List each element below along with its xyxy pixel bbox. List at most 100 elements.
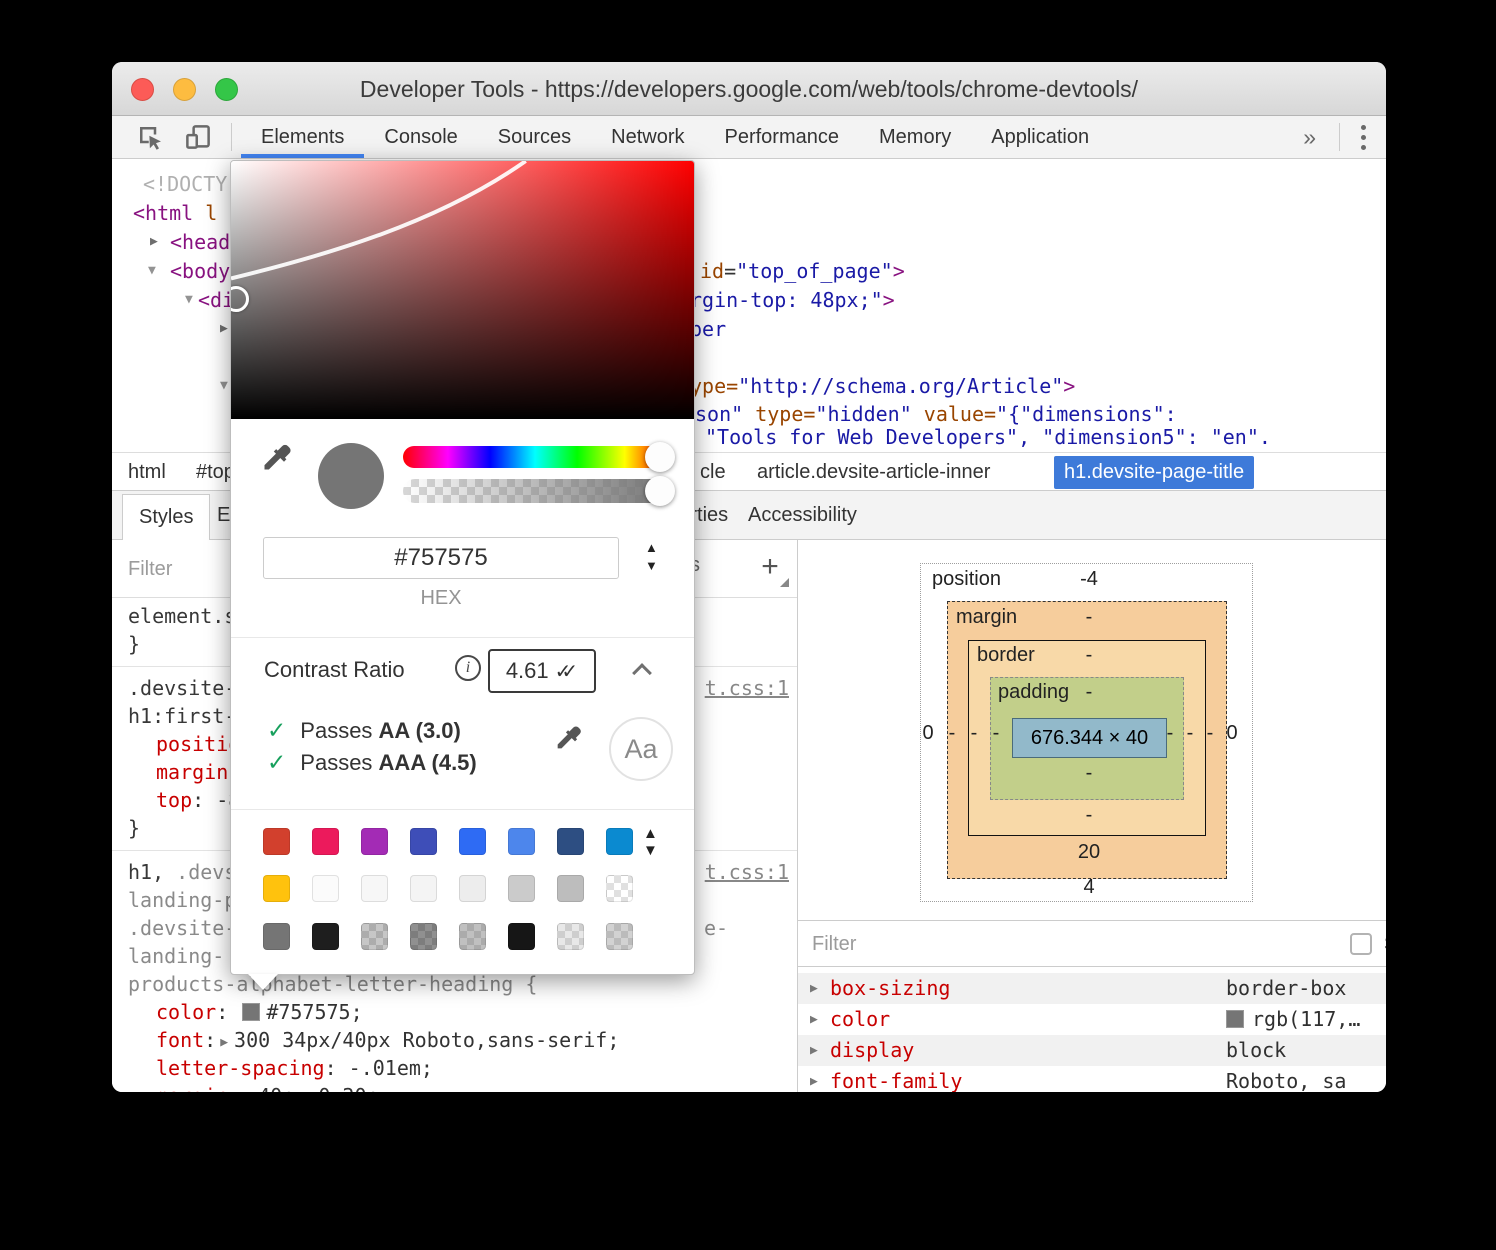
dom-node[interactable]: <body [170,257,230,285]
tree-collapse-arrow-icon[interactable]: ▼ [185,286,193,314]
palette-swatch[interactable] [508,923,535,950]
tree-collapse-arrow-icon[interactable]: ▼ [220,372,228,400]
tab-performance[interactable]: Performance [705,116,860,158]
css-line[interactable]: } [128,814,140,842]
computed-row[interactable]: ▶font-familyRoboto, sa [798,1066,1386,1092]
tab-application[interactable]: Application [971,116,1109,158]
css-line[interactable]: margin:▶40px 0 20px; [156,1082,403,1092]
computed-expand-arrow-icon[interactable]: ▶ [810,1035,818,1066]
tab-elements[interactable]: Elements [241,116,364,158]
show-all-checkbox[interactable] [1350,933,1372,955]
dom-node-fragment[interactable]: per [690,315,726,343]
device-toolbar-icon[interactable] [183,122,213,152]
palette-swatch[interactable] [606,875,633,902]
close-button[interactable] [131,78,154,101]
contrast-eyedropper-icon[interactable] [551,723,583,755]
contrast-info-icon[interactable]: i [455,655,481,681]
tab-memory[interactable]: Memory [859,116,971,158]
devtools-menu-icon[interactable] [1349,125,1386,150]
alpha-slider-handle[interactable] [645,476,675,506]
zoom-button[interactable] [215,78,238,101]
sidebar-tab-accessibility[interactable]: Accessibility [748,491,857,539]
palette-swatch[interactable] [312,923,339,950]
palette-swatch[interactable] [557,923,584,950]
palette-swatch[interactable] [410,875,437,902]
tab-network[interactable]: Network [591,116,704,158]
tree-collapse-arrow-icon[interactable]: ▼ [148,257,156,285]
css-line[interactable]: letter-spacing: -.01em; [156,1054,433,1082]
palette-swatch[interactable] [606,828,633,855]
inspect-element-icon[interactable] [135,122,165,152]
minimize-button[interactable] [173,78,196,101]
tab-sources[interactable]: Sources [478,116,591,158]
palette-swatch[interactable] [361,923,388,950]
hex-spinner-up-icon[interactable]: ▲ [645,541,658,555]
stylesheet-link[interactable]: t.css:1 [705,674,789,702]
computed-row[interactable]: ▶box-sizingborder-box [798,973,1386,1004]
palette-swatch[interactable] [263,828,290,855]
dom-node-fragment[interactable]: "Tools for Web Developers", "dimension5"… [705,423,1271,451]
palette-swatch[interactable] [508,828,535,855]
box-model-content[interactable]: 676.344 × 40 [1012,718,1167,758]
more-panels-button[interactable]: » [1289,124,1330,151]
hue-slider[interactable] [403,446,667,468]
palette-swatch[interactable] [459,923,486,950]
breadcrumb-item[interactable]: article.devsite-article-inner [757,453,990,491]
dom-node[interactable]: <head [170,228,230,256]
expand-arrow-icon[interactable]: ▶ [244,1085,252,1092]
palette-swatch[interactable] [557,828,584,855]
tree-expand-arrow-icon[interactable]: ▶ [150,228,158,256]
palette-swatch[interactable] [361,828,388,855]
computed-expand-arrow-icon[interactable]: ▶ [810,1066,818,1092]
computed-row[interactable]: ▶displayblock [798,1035,1386,1066]
computed-property-value: Roboto, sa [1226,1066,1346,1092]
dom-node[interactable]: <!DOCTY [143,170,227,198]
dom-node-fragment[interactable]: ype="http://schema.org/Article"> [690,372,1075,400]
palette-swatch[interactable] [263,923,290,950]
css-line[interactable]: .devsite- [128,914,236,942]
palette-switcher-icons[interactable]: ▲▼ [643,825,658,859]
palette-swatch[interactable] [508,875,535,902]
palette-swatch[interactable] [459,828,486,855]
alpha-slider[interactable] [403,479,667,503]
saturation-lightness-gradient[interactable] [231,161,694,419]
contrast-collapse-chevron-icon[interactable] [632,663,652,683]
computed-expand-arrow-icon[interactable]: ▶ [810,973,818,1004]
dom-node-fragment[interactable]: rgin-top: 48px;"> [690,286,895,314]
breadcrumb-item[interactable]: html [128,453,166,491]
tab-console[interactable]: Console [364,116,477,158]
computed-expand-arrow-icon[interactable]: ▶ [810,1004,818,1035]
stylesheet-link[interactable]: t.css:1 [705,858,789,886]
color-format-label[interactable]: HEX [263,587,619,610]
hex-spinner-down-icon[interactable]: ▼ [645,559,658,573]
css-line[interactable]: } [128,630,140,658]
palette-swatch[interactable] [361,875,388,902]
computed-filter-input[interactable] [812,929,1072,959]
palette-swatch[interactable] [557,875,584,902]
eyedropper-icon[interactable] [257,441,293,477]
hex-value-input[interactable] [263,537,619,579]
tree-expand-arrow-icon[interactable]: ▶ [220,315,228,343]
breadcrumb-item[interactable]: cle [700,453,726,491]
hue-slider-handle[interactable] [645,442,675,472]
palette-swatch[interactable] [410,828,437,855]
palette-swatch[interactable] [410,923,437,950]
expand-arrow-icon[interactable]: ▶ [220,1029,228,1057]
css-line[interactable]: landing- [128,942,224,970]
contrast-ratio-value[interactable]: 4.61 ✓✓ [488,649,596,693]
dom-node[interactable]: <html l [133,199,217,227]
computed-row[interactable]: ▶colorrgb(117,… [798,1004,1386,1035]
title-bar[interactable]: Developer Tools - https://developers.goo… [112,62,1386,116]
dom-node-fragment[interactable]: id="top_of_page"> [700,257,905,285]
breadcrumb-item[interactable]: h1.devsite-page-title [1054,456,1254,489]
palette-swatch[interactable] [312,875,339,902]
css-line[interactable]: color: #757575; [156,998,363,1026]
palette-swatch[interactable] [606,923,633,950]
palette-swatch[interactable] [312,828,339,855]
sidebar-tab-styles[interactable]: Styles [122,494,210,541]
text-preview-button[interactable]: Aa [609,717,673,781]
color-swatch[interactable] [242,1003,260,1021]
palette-swatch[interactable] [263,875,290,902]
css-line[interactable]: font:▶300 34px/40px Roboto,sans-serif; [156,1026,619,1054]
palette-swatch[interactable] [459,875,486,902]
